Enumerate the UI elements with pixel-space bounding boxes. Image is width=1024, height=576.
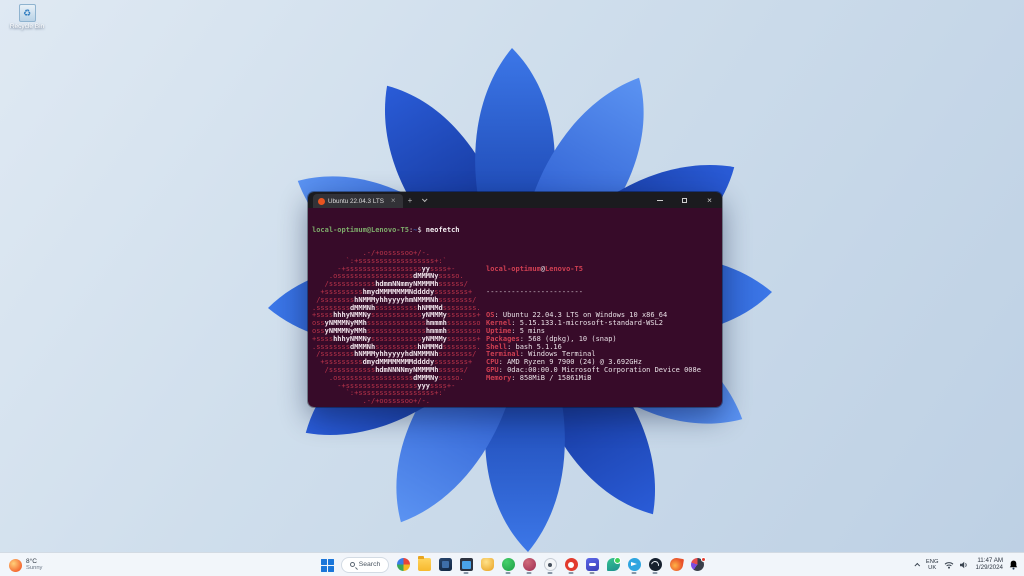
orange-flame-app-icon <box>668 556 684 573</box>
taskbar: 8°C Sunny Search ENG UK 11:47 AM 1/29/202… <box>0 552 1024 576</box>
white-ring-app-icon <box>543 558 557 571</box>
start-button[interactable] <box>320 558 334 572</box>
running-indicator <box>505 571 511 574</box>
minimize-button[interactable] <box>647 192 672 208</box>
teal-check-app-icon <box>606 557 621 571</box>
orange-flame-app-icon[interactable] <box>668 556 684 574</box>
weather-condition: Sunny <box>26 565 43 572</box>
clock[interactable]: 11:47 AM 1/29/2024 <box>975 557 1003 572</box>
dark-badged-app-icon[interactable] <box>690 556 706 574</box>
gold-trophy-app-icon[interactable] <box>480 556 494 574</box>
neofetch-info: local-optimum@Lenovo-T5 ----------------… <box>486 250 701 407</box>
green-circle-app-icon[interactable] <box>501 556 515 574</box>
chevron-down-icon <box>421 196 428 203</box>
maroon-circle-app-icon <box>522 558 536 571</box>
neofetch-separator: ----------------------- <box>486 287 583 296</box>
minimize-icon <box>656 199 663 201</box>
tab-dropdown-button[interactable] <box>417 192 431 208</box>
running-indicator <box>568 571 574 574</box>
taskbar-center: Search <box>320 553 706 576</box>
telegram-like-app-icon <box>627 558 641 571</box>
maximize-button[interactable] <box>672 192 697 208</box>
close-button[interactable]: × <box>697 192 722 208</box>
dark-swirl-app-icon <box>648 558 662 571</box>
telegram-like-app-icon[interactable] <box>627 556 641 574</box>
colorwheel-app-icon <box>396 558 410 571</box>
recycle-bin[interactable]: ♻ Recycle Bin <box>6 4 48 30</box>
maximize-icon <box>682 197 687 203</box>
file-explorer-icon[interactable] <box>417 556 431 574</box>
colorwheel-app-icon[interactable] <box>396 556 410 574</box>
white-ring-app-icon[interactable] <box>543 556 557 574</box>
file-explorer-icon <box>417 556 431 571</box>
monitor-app-icon[interactable] <box>459 556 473 574</box>
recycle-bin-label: Recycle Bin <box>9 23 45 30</box>
red-donut-app-icon[interactable] <box>564 556 578 574</box>
notification-badge <box>700 557 706 562</box>
running-indicator <box>631 571 637 574</box>
gold-trophy-app-icon <box>480 558 494 571</box>
dark-swirl-app-icon[interactable] <box>648 556 662 574</box>
navy-app-icon <box>438 558 452 571</box>
terminal-window[interactable]: Ubuntu 22.04.3 LTS × + × local-optimum@L… <box>308 192 722 407</box>
wifi-icon[interactable] <box>944 561 954 569</box>
monitor-app-icon <box>459 558 473 571</box>
color-palette <box>486 405 701 407</box>
search-icon <box>349 562 355 567</box>
terminal-titlebar[interactable]: Ubuntu 22.04.3 LTS × + × <box>308 192 722 208</box>
tab-close-icon[interactable]: × <box>391 197 396 205</box>
running-indicator <box>526 571 532 574</box>
language-indicator[interactable]: ENG UK <box>926 559 939 571</box>
ubuntu-icon <box>318 197 325 205</box>
maroon-circle-app-icon[interactable] <box>522 556 536 574</box>
neofetch-header: local-optimum@Lenovo-T5 <box>486 264 583 273</box>
green-circle-app-icon <box>501 558 515 571</box>
teal-check-app-icon[interactable] <box>606 556 621 574</box>
terminal-tab[interactable]: Ubuntu 22.04.3 LTS × <box>313 194 403 208</box>
tray-chevron-icon[interactable] <box>914 562 921 569</box>
neofetch-ascii-art: .-/+oossssoo+/-. `:+ssssssssssssssssss+:… <box>312 249 481 407</box>
terminal-body[interactable]: local-optimum@Lenovo-T5:~$ neofetch .-/+… <box>308 208 722 407</box>
sun-icon <box>9 558 22 572</box>
weather-temp: 8°C <box>26 557 37 565</box>
tab-title: Ubuntu 22.04.3 LTS <box>328 197 384 205</box>
indigo-pill-app-icon[interactable] <box>585 556 599 574</box>
tray-date: 1/29/2024 <box>975 564 1003 571</box>
system-tray: ENG UK 11:47 AM 1/29/2024 <box>913 553 1021 576</box>
running-indicator <box>589 571 595 574</box>
weather-widget[interactable]: 8°C Sunny <box>4 553 47 576</box>
running-indicator <box>652 571 658 574</box>
navy-app-icon[interactable] <box>438 556 452 574</box>
art-line: .-/+oossssoo+/-. <box>312 397 431 406</box>
recycle-bin-icon: ♻ <box>18 4 36 22</box>
running-indicator <box>547 571 553 574</box>
indigo-pill-app-icon <box>585 558 599 571</box>
notification-bell-icon[interactable] <box>1009 560 1018 570</box>
search-input[interactable]: Search <box>340 556 390 573</box>
prompt-line-top: local-optimum@Lenovo-T5:~$ neofetch <box>312 225 460 234</box>
new-tab-button[interactable]: + <box>403 192 417 208</box>
running-indicator <box>463 571 469 574</box>
red-donut-app-icon <box>564 558 578 571</box>
neofetch-info-line: Memory: 858MiB / 15861MiB <box>486 373 592 382</box>
volume-icon[interactable] <box>960 561 969 569</box>
dark-badged-app-icon <box>690 557 706 571</box>
